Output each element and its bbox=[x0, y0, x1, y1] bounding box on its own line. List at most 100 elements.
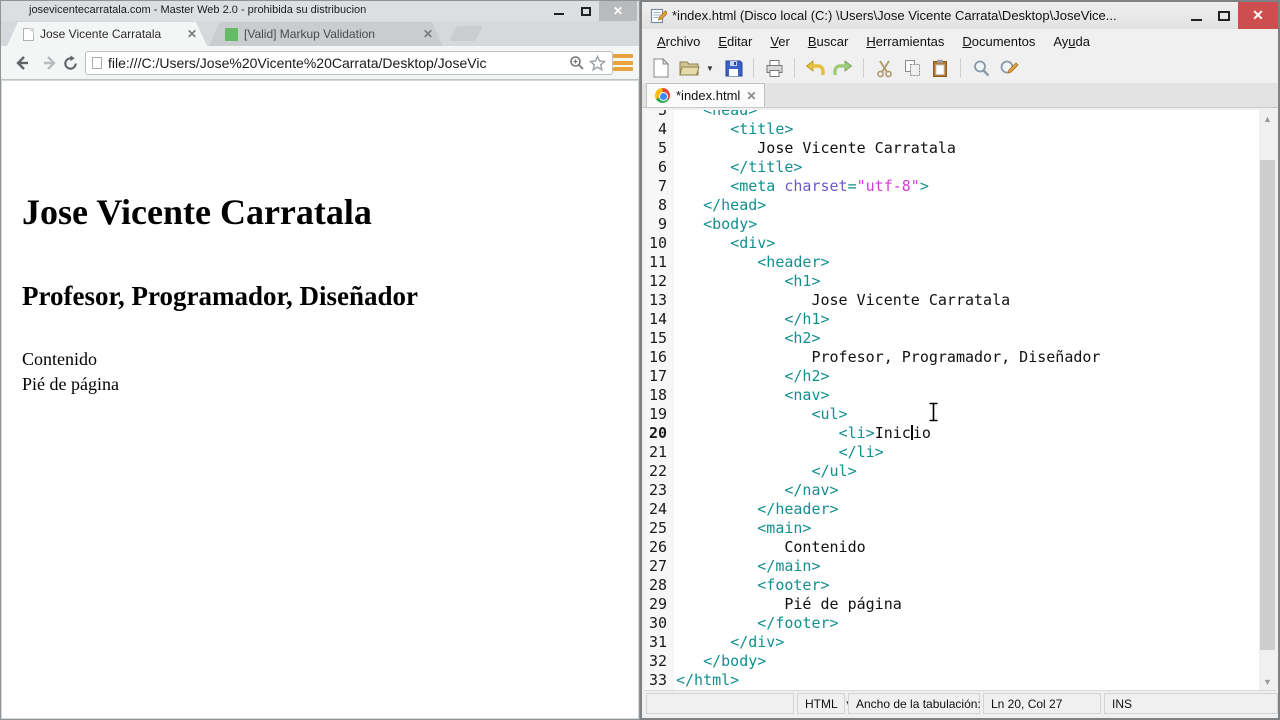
code-text[interactable]: <ul> bbox=[674, 405, 847, 424]
minimize-button[interactable] bbox=[1182, 2, 1210, 29]
open-file-button[interactable] bbox=[678, 57, 700, 79]
find-button[interactable] bbox=[970, 57, 992, 79]
code-line[interactable]: 16 Profesor, Programador, Diseñador bbox=[644, 348, 1276, 367]
code-line[interactable]: 9 <body> bbox=[644, 215, 1276, 234]
code-line[interactable]: 32 </body> bbox=[644, 652, 1276, 671]
menu-archivo[interactable]: Archivo bbox=[648, 31, 709, 52]
scroll-up-icon[interactable]: ▲ bbox=[1259, 110, 1276, 127]
code-text[interactable]: <h1> bbox=[674, 272, 820, 291]
code-text[interactable]: Jose Vicente Carratala bbox=[674, 139, 956, 158]
code-text[interactable]: <h2> bbox=[674, 329, 820, 348]
code-line[interactable]: 26 Contenido bbox=[644, 538, 1276, 557]
code-line[interactable]: 23 </nav> bbox=[644, 481, 1276, 500]
maximize-button[interactable] bbox=[1210, 2, 1238, 29]
code-line[interactable]: 21 </li> bbox=[644, 443, 1276, 462]
open-dropdown-icon[interactable]: ▼ bbox=[706, 64, 716, 73]
code-line[interactable]: 4 <title> bbox=[644, 120, 1276, 139]
code-text[interactable]: </title> bbox=[674, 158, 802, 177]
code-text[interactable]: </footer> bbox=[674, 614, 838, 633]
code-text[interactable]: <head> bbox=[674, 110, 757, 120]
editor-titlebar[interactable]: *index.html (Disco local (C:) \Users\Jos… bbox=[642, 2, 1278, 29]
menu-herramientas[interactable]: Herramientas bbox=[857, 31, 953, 52]
code-text[interactable]: </h1> bbox=[674, 310, 829, 329]
tab-close-icon[interactable]: ✕ bbox=[187, 27, 197, 41]
code-line[interactable]: 11 <header> bbox=[644, 253, 1276, 272]
menu-documentos[interactable]: Documentos bbox=[953, 31, 1044, 52]
code-text[interactable]: </li> bbox=[674, 443, 884, 462]
new-tab-button[interactable] bbox=[449, 26, 483, 41]
menu-ayuda[interactable]: Ayuda bbox=[1044, 31, 1099, 52]
browser-tab-active[interactable]: Jose Vicente Carratala ✕ bbox=[7, 22, 207, 46]
chrome-menu-icon[interactable] bbox=[613, 54, 633, 71]
code-text[interactable]: </nav> bbox=[674, 481, 838, 500]
code-text[interactable]: <nav> bbox=[674, 386, 829, 405]
code-line[interactable]: 3 <head> bbox=[644, 110, 1276, 120]
menu-buscar[interactable]: Buscar bbox=[799, 31, 857, 52]
code-text[interactable]: <body> bbox=[674, 215, 757, 234]
print-button[interactable] bbox=[763, 57, 785, 79]
maximize-button[interactable] bbox=[572, 1, 599, 21]
new-file-button[interactable] bbox=[650, 57, 672, 79]
code-line[interactable]: 18 <nav> bbox=[644, 386, 1276, 405]
code-text[interactable]: <main> bbox=[674, 519, 811, 538]
code-text[interactable]: <header> bbox=[674, 253, 829, 272]
code-text[interactable]: <div> bbox=[674, 234, 775, 253]
browser-titlebar[interactable]: josevicentecarratala.com - Master Web 2.… bbox=[1, 1, 639, 21]
scroll-down-icon[interactable]: ▼ bbox=[1259, 673, 1276, 690]
code-text[interactable]: </head> bbox=[674, 196, 766, 215]
code-line[interactable]: 10 <div> bbox=[644, 234, 1276, 253]
zoom-indicator-icon[interactable] bbox=[569, 55, 585, 71]
code-line[interactable]: 29 Pié de página bbox=[644, 595, 1276, 614]
browser-tab-validator[interactable]: [Valid] Markup Validation ✕ bbox=[209, 22, 443, 46]
code-line[interactable]: 25 <main> bbox=[644, 519, 1276, 538]
close-button[interactable]: ✕ bbox=[599, 1, 637, 21]
code-line[interactable]: 28 <footer> bbox=[644, 576, 1276, 595]
back-button[interactable] bbox=[9, 50, 35, 76]
code-text[interactable]: <footer> bbox=[674, 576, 829, 595]
code-line[interactable]: 33 </html> bbox=[644, 671, 1276, 690]
code-text[interactable]: </header> bbox=[674, 500, 838, 519]
code-line[interactable]: 12 <h1> bbox=[644, 272, 1276, 291]
code-line[interactable]: 14 </h1> bbox=[644, 310, 1276, 329]
code-line[interactable]: 8 </head> bbox=[644, 196, 1276, 215]
paste-button[interactable] bbox=[929, 57, 951, 79]
find-replace-button[interactable] bbox=[998, 57, 1020, 79]
save-button[interactable] bbox=[722, 57, 744, 79]
code-line[interactable]: 20 <li>Inic io bbox=[644, 424, 1276, 443]
code-text[interactable]: Profesor, Programador, Diseñador bbox=[674, 348, 1100, 367]
close-button[interactable]: ✕ bbox=[1238, 2, 1278, 29]
code-text[interactable]: </h2> bbox=[674, 367, 829, 386]
bookmark-star-icon[interactable] bbox=[589, 54, 606, 72]
copy-button[interactable] bbox=[901, 57, 923, 79]
code-line[interactable]: 22 </ul> bbox=[644, 462, 1276, 481]
minimize-button[interactable] bbox=[545, 1, 572, 21]
code-editor-area[interactable]: 3 <head> 4 <title> 5 Jose Vicente Carratal… bbox=[644, 110, 1276, 690]
editor-tab-index-html[interactable]: *index.html ✕ bbox=[646, 83, 766, 107]
code-line[interactable]: 17 </h2> bbox=[644, 367, 1276, 386]
code-text[interactable]: </html> bbox=[674, 671, 739, 690]
undo-button[interactable] bbox=[804, 57, 826, 79]
code-line[interactable]: 31 </div> bbox=[644, 633, 1276, 652]
code-text[interactable]: </main> bbox=[674, 557, 820, 576]
vertical-scrollbar[interactable]: ▲ ▼ bbox=[1259, 110, 1276, 690]
code-line[interactable]: 24 </header> bbox=[644, 500, 1276, 519]
code-text[interactable]: </body> bbox=[674, 652, 766, 671]
code-line[interactable]: 15 <h2> bbox=[644, 329, 1276, 348]
code-text[interactable]: Pié de página bbox=[674, 595, 901, 614]
code-line[interactable]: 5 Jose Vicente Carratala bbox=[644, 139, 1276, 158]
code-text[interactable]: </div> bbox=[674, 633, 784, 652]
code-line[interactable]: 19 <ul> bbox=[644, 405, 1276, 424]
address-url[interactable]: file:///C:/Users/Jose%20Vicente%20Carrat… bbox=[108, 55, 565, 71]
menu-editar[interactable]: Editar bbox=[709, 31, 761, 52]
cut-button[interactable] bbox=[873, 57, 895, 79]
scrollbar-thumb[interactable] bbox=[1260, 160, 1275, 650]
code-text[interactable]: <title> bbox=[674, 120, 793, 139]
menu-ver[interactable]: Ver bbox=[761, 31, 799, 52]
tab-close-icon[interactable]: ✕ bbox=[423, 27, 433, 41]
code-text[interactable]: Jose Vicente Carratala bbox=[674, 291, 1010, 310]
code-text[interactable]: <meta charset="utf-8"> bbox=[674, 177, 929, 196]
code-text[interactable]: <li>Inic io bbox=[674, 424, 931, 443]
status-language-dropdown[interactable]: HTML ▼ bbox=[797, 693, 853, 714]
status-tabwidth-dropdown[interactable]: Ancho de la tabulación: 3 ▼ bbox=[848, 693, 1006, 714]
address-bar[interactable]: file:///C:/Users/Jose%20Vicente%20Carrat… bbox=[85, 51, 613, 75]
